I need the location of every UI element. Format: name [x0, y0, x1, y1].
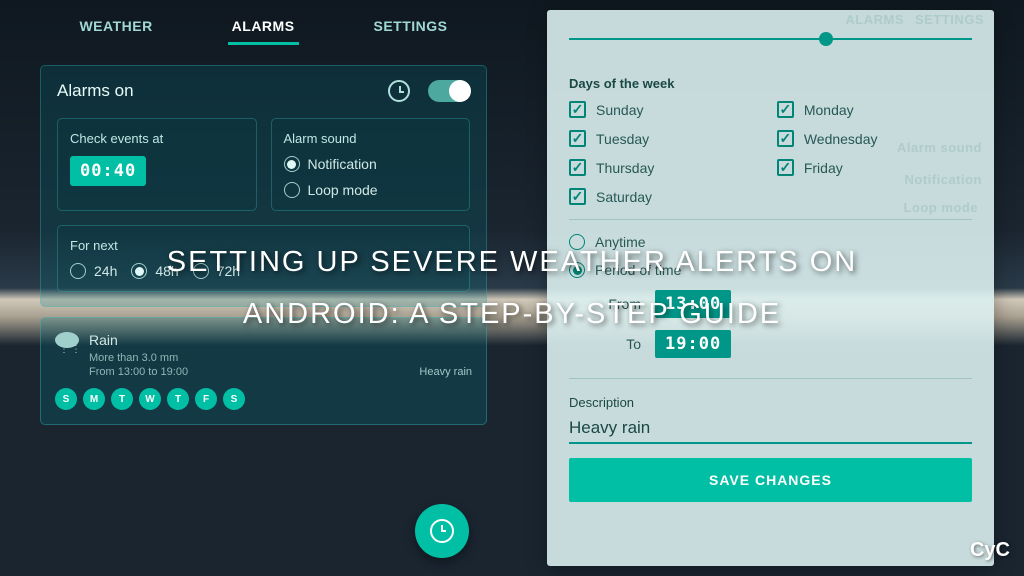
days-title: Days of the week — [569, 76, 972, 91]
checkbox-icon: ✓ — [777, 130, 794, 147]
description-input[interactable] — [569, 414, 972, 444]
radio-loop[interactable]: Loop mode — [284, 182, 458, 198]
day-chip: S — [223, 388, 245, 410]
day-chip: T — [167, 388, 189, 410]
right-screenshot: ALARMS SETTINGS Alarm sound Notification… — [527, 0, 1024, 576]
day-chip: S — [55, 388, 77, 410]
tab-bar: WEATHER ALARMS SETTINGS — [40, 0, 487, 55]
alarm-threshold: More than 3.0 mm — [89, 352, 472, 364]
for-next-label: For next — [70, 238, 457, 253]
check-events-card: Check events at 00:40 — [57, 118, 257, 211]
bg-hint: Loop mode — [903, 200, 978, 215]
bg-hint: Notification — [905, 172, 983, 187]
day-chips: S M T W T F S — [55, 388, 472, 410]
checkbox-icon: ✓ — [777, 159, 794, 176]
alarm-item-rain[interactable]: Rain More than 3.0 mm From 13:00 to 19:0… — [40, 317, 487, 425]
check-thursday[interactable]: ✓Thursday — [569, 159, 749, 176]
checkbox-icon: ✓ — [569, 101, 586, 118]
desc-label: Description — [569, 395, 972, 410]
radio-24h[interactable]: 24h — [70, 263, 117, 279]
alarms-on-label: Alarms on — [57, 81, 134, 101]
bg-tab-alarms: ALARMS — [845, 12, 904, 27]
tab-alarms[interactable]: ALARMS — [228, 10, 299, 45]
day-chip: F — [195, 388, 217, 410]
check-monday[interactable]: ✓Monday — [777, 101, 972, 118]
add-alarm-fab[interactable] — [415, 504, 469, 558]
left-screenshot: WEATHER ALARMS SETTINGS Alarms on Check … — [0, 0, 527, 576]
radio-notification[interactable]: Notification — [284, 156, 458, 172]
radio-anytime[interactable]: Anytime — [569, 234, 972, 250]
radio-72h[interactable]: 72h — [193, 263, 240, 279]
tab-settings[interactable]: SETTINGS — [370, 10, 452, 45]
slider-thumb-icon[interactable] — [819, 32, 833, 46]
day-chip: M — [83, 388, 105, 410]
day-chip: W — [139, 388, 161, 410]
check-time-value[interactable]: 00:40 — [70, 156, 146, 186]
check-saturday[interactable]: ✓Saturday — [569, 188, 749, 205]
radio-dot-icon — [193, 263, 209, 279]
check-events-label: Check events at — [70, 131, 244, 146]
alarm-clock-icon — [430, 519, 454, 543]
check-sunday[interactable]: ✓Sunday — [569, 101, 749, 118]
alarms-toggle[interactable] — [428, 80, 470, 102]
rain-icon — [55, 332, 79, 348]
from-time-value[interactable]: 13:00 — [655, 290, 731, 318]
radio-dot-icon — [131, 263, 147, 279]
bg-tab-settings: SETTINGS — [915, 12, 984, 27]
divider — [569, 219, 972, 220]
alarm-desc: Heavy rain — [419, 366, 472, 378]
checkbox-icon: ✓ — [777, 101, 794, 118]
day-chip: T — [111, 388, 133, 410]
save-changes-button[interactable]: SAVE CHANGES — [569, 458, 972, 502]
alarm-period: From 13:00 to 19:00 — [89, 366, 188, 378]
watermark: CyC — [970, 539, 1010, 562]
bg-hint: Alarm sound — [897, 140, 982, 155]
checkbox-icon: ✓ — [569, 130, 586, 147]
check-tuesday[interactable]: ✓Tuesday — [569, 130, 749, 147]
to-time-value[interactable]: 19:00 — [655, 330, 731, 358]
checkbox-icon: ✓ — [569, 159, 586, 176]
to-time-row: To 19:00 — [597, 330, 972, 358]
radio-period[interactable]: Period of time — [569, 262, 972, 278]
threshold-slider[interactable] — [569, 38, 972, 40]
radio-48h[interactable]: 48h — [131, 263, 178, 279]
radio-dot-icon — [284, 182, 300, 198]
radio-dot-icon — [284, 156, 300, 172]
radio-dot-icon — [569, 262, 585, 278]
radio-dot-icon — [70, 263, 86, 279]
tab-weather[interactable]: WEATHER — [75, 10, 156, 45]
clock-icon — [388, 80, 410, 102]
alarms-card: Alarms on Check events at 00:40 Alarm so… — [40, 65, 487, 307]
alarm-sound-label: Alarm sound — [284, 131, 458, 146]
for-next-card: For next 24h 48h 72h — [57, 225, 470, 292]
edit-alarm-panel: Days of the week ✓Sunday ✓Monday ✓Tuesda… — [547, 10, 994, 566]
alarm-title: Rain — [89, 332, 118, 348]
divider — [569, 378, 972, 379]
radio-dot-icon — [569, 234, 585, 250]
checkbox-icon: ✓ — [569, 188, 586, 205]
alarm-sound-card: Alarm sound Notification Loop mode — [271, 118, 471, 211]
from-time-row: From 13:00 — [597, 290, 972, 318]
